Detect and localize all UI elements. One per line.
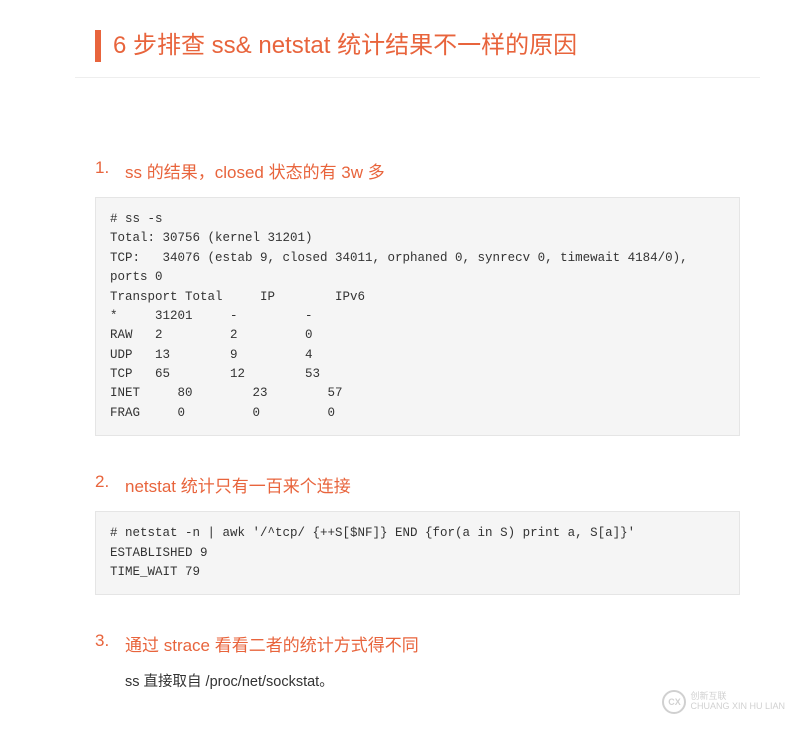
watermark: CX 创新互联 CHUANG XIN HU LIAN (662, 690, 785, 714)
section-3-body: ss 直接取自 /proc/net/sockstat。 (125, 670, 740, 691)
section-2-heading: 2. netstat 统计只有一百来个连接 (95, 472, 740, 497)
section-2: 2. netstat 统计只有一百来个连接 # netstat -n | awk… (95, 472, 740, 595)
section-2-title: netstat 统计只有一百来个连接 (125, 472, 351, 497)
section-1-number: 1. (95, 158, 115, 183)
section-1: 1. ss 的结果，closed 状态的有 3w 多 # ss -s Total… (95, 158, 740, 436)
title-accent-bar (95, 30, 101, 62)
section-1-heading: 1. ss 的结果，closed 状态的有 3w 多 (95, 158, 740, 183)
section-3-title: 通过 strace 看看二者的统计方式得不同 (125, 631, 419, 656)
section-1-code: # ss -s Total: 30756 (kernel 31201) TCP:… (95, 197, 740, 436)
page-title: 6 步排查 ss& netstat 统计结果不一样的原因 (113, 30, 577, 61)
section-3-heading: 3. 通过 strace 看看二者的统计方式得不同 (95, 631, 740, 656)
main-title-row: 6 步排查 ss& netstat 统计结果不一样的原因 (95, 30, 740, 62)
section-3-number: 3. (95, 631, 115, 656)
watermark-line2: CHUANG XIN HU LIAN (690, 702, 785, 712)
section-1-title: ss 的结果，closed 状态的有 3w 多 (125, 158, 385, 183)
section-2-number: 2. (95, 472, 115, 497)
watermark-icon: CX (662, 690, 686, 714)
watermark-text: 创新互联 CHUANG XIN HU LIAN (690, 692, 785, 712)
section-3: 3. 通过 strace 看看二者的统计方式得不同 ss 直接取自 /proc/… (95, 631, 740, 691)
title-divider (75, 77, 760, 78)
section-2-code: # netstat -n | awk '/^tcp/ {++S[$NF]} EN… (95, 511, 740, 595)
